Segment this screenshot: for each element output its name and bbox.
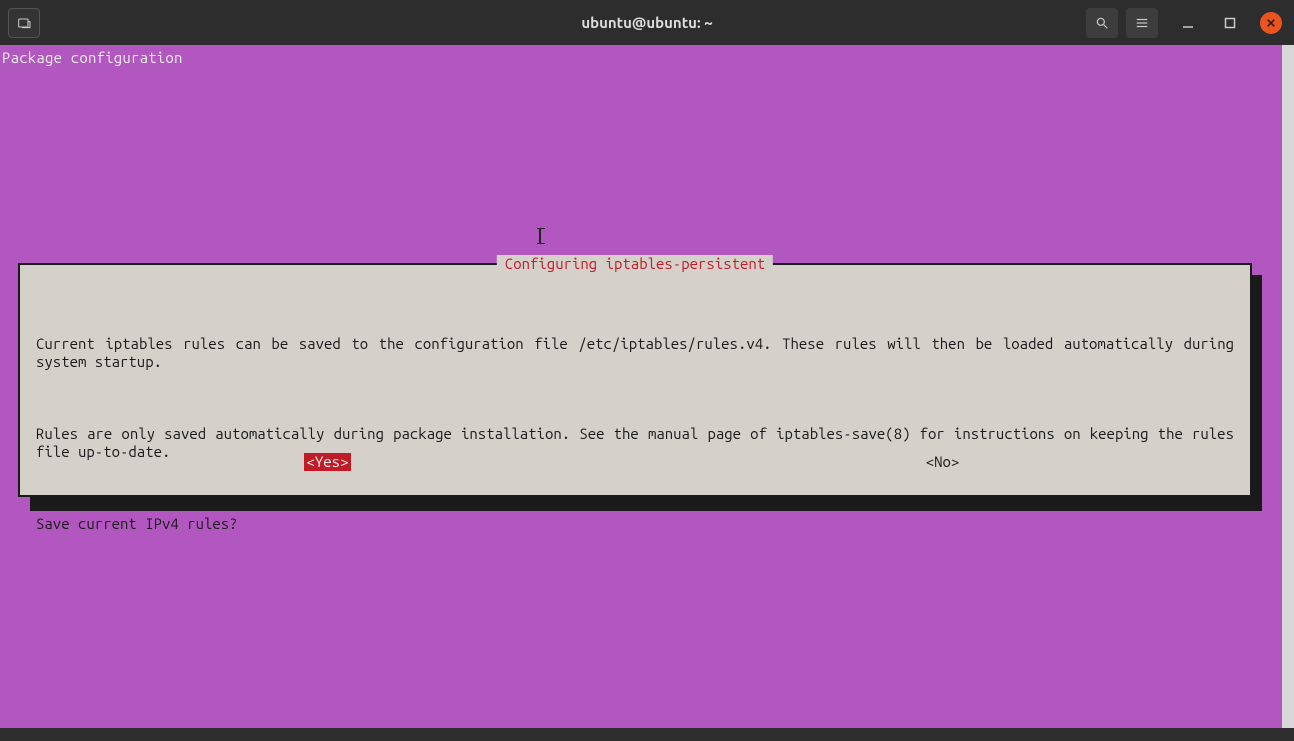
scrollbar[interactable] <box>1282 45 1294 728</box>
titlebar: ubuntu@ubuntu: ~ <box>0 0 1294 45</box>
close-icon <box>1266 18 1276 28</box>
dialog-prompt: Save current IPv4 rules? <box>36 515 1234 533</box>
minimize-button[interactable] <box>1176 11 1200 35</box>
hamburger-icon <box>1135 16 1149 30</box>
new-tab-button[interactable] <box>8 8 40 38</box>
dialog-title: Configuring iptables-persistent <box>497 255 773 273</box>
text-cursor-icon <box>539 228 541 244</box>
titlebar-controls <box>1086 8 1286 38</box>
bottom-border <box>0 728 1294 741</box>
package-config-header: Package configuration <box>2 49 183 67</box>
maximize-button[interactable] <box>1218 11 1242 35</box>
config-dialog: Configuring iptables-persistent Current … <box>18 263 1252 497</box>
new-tab-icon <box>16 15 32 31</box>
minimize-icon <box>1182 17 1194 29</box>
yes-button[interactable]: <Yes> <box>304 453 350 471</box>
search-icon <box>1095 16 1109 30</box>
window-title: ubuntu@ubuntu: ~ <box>581 14 712 31</box>
terminal-view[interactable]: Package configuration Configuring iptabl… <box>0 45 1294 741</box>
search-button[interactable] <box>1086 8 1118 38</box>
dialog-body: Current iptables rules can be saved to t… <box>20 265 1250 569</box>
dialog-paragraph-1: Current iptables rules can be saved to t… <box>36 335 1234 371</box>
close-button[interactable] <box>1260 12 1282 34</box>
dialog-button-row: <Yes> <No> <box>20 453 1250 471</box>
menu-button[interactable] <box>1126 8 1158 38</box>
maximize-icon <box>1224 17 1236 29</box>
no-button[interactable]: <No> <box>924 453 962 471</box>
